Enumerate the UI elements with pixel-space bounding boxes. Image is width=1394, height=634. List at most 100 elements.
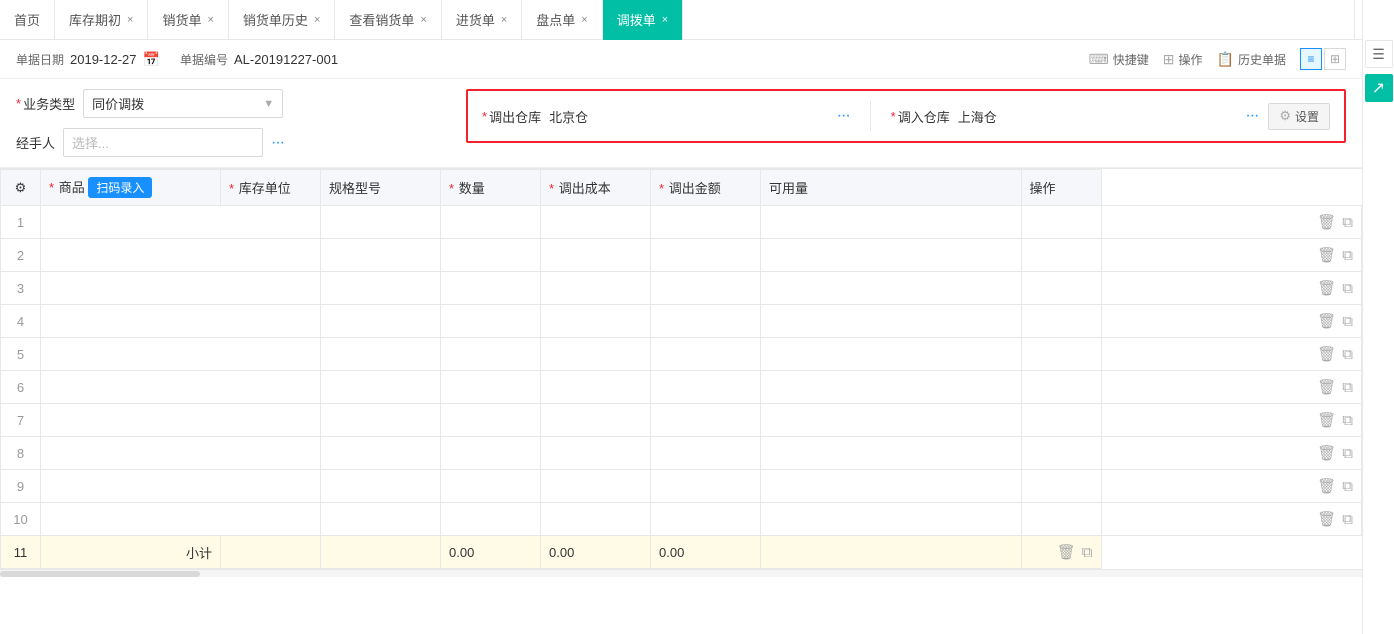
delete-icon[interactable]: 🗑 — [1317, 378, 1336, 396]
spec-cell[interactable] — [441, 503, 541, 536]
copy-icon[interactable]: ⧉ — [1342, 346, 1353, 363]
cost-cell[interactable] — [651, 404, 761, 437]
delete-icon[interactable]: 🗑 — [1317, 477, 1336, 495]
shortcuts-button[interactable]: ⌨ 快捷键 — [1089, 51, 1149, 68]
tab-purchase-close[interactable]: × — [501, 14, 507, 26]
tab-sales[interactable]: 销货单 × — [148, 0, 228, 40]
spec-cell[interactable] — [441, 437, 541, 470]
amount-cell[interactable] — [761, 437, 1022, 470]
scan-entry-button[interactable]: 扫码录入 — [88, 177, 152, 198]
tab-stock-init[interactable]: 库存期初 × — [55, 0, 148, 40]
tab-inventory-close[interactable]: × — [581, 14, 587, 26]
product-cell[interactable] — [41, 206, 321, 239]
cost-cell[interactable] — [651, 338, 761, 371]
calendar-icon[interactable]: 📅 — [143, 51, 160, 68]
tab-inventory[interactable]: 盘点单 × — [522, 0, 602, 40]
copy-icon[interactable]: ⧉ — [1342, 478, 1353, 495]
unit-cell[interactable] — [321, 305, 441, 338]
qty-cell[interactable] — [541, 272, 651, 305]
cost-cell[interactable] — [651, 305, 761, 338]
delete-icon[interactable]: 🗑 — [1317, 213, 1336, 231]
unit-cell[interactable] — [321, 503, 441, 536]
tab-transfer-close[interactable]: × — [662, 14, 668, 26]
cost-cell[interactable] — [651, 239, 761, 272]
delete-icon[interactable]: 🗑 — [1317, 246, 1336, 264]
unit-cell[interactable] — [321, 272, 441, 305]
spec-cell[interactable] — [441, 206, 541, 239]
layout-grid-btn[interactable]: ⊞ — [1324, 48, 1346, 70]
unit-cell[interactable] — [321, 470, 441, 503]
unit-cell[interactable] — [321, 338, 441, 371]
tab-sales-close[interactable]: × — [207, 14, 213, 26]
qty-cell[interactable] — [541, 338, 651, 371]
handler-more-button[interactable]: ··· — [271, 134, 284, 152]
warehouse-in-more-button[interactable]: ··· — [1245, 107, 1258, 125]
spec-cell[interactable] — [441, 470, 541, 503]
amount-cell[interactable] — [761, 470, 1022, 503]
setting-button[interactable]: ⚙ 设置 — [1268, 103, 1330, 130]
delete-icon[interactable]: 🗑 — [1317, 312, 1336, 330]
amount-cell[interactable] — [761, 371, 1022, 404]
delete-icon[interactable]: 🗑 — [1317, 510, 1336, 528]
amount-cell[interactable] — [761, 404, 1022, 437]
tab-sales-history[interactable]: 销货单历史 × — [229, 0, 335, 40]
tab-purchase[interactable]: 进货单 × — [442, 0, 522, 40]
product-cell[interactable] — [41, 371, 321, 404]
product-cell[interactable] — [41, 338, 321, 371]
cost-cell[interactable] — [651, 470, 761, 503]
qty-cell[interactable] — [541, 437, 651, 470]
qty-cell[interactable] — [541, 305, 651, 338]
history-button[interactable]: 📋 历史单据 — [1217, 51, 1286, 68]
tab-sales-history-close[interactable]: × — [314, 14, 320, 26]
copy-icon[interactable]: ⧉ — [1342, 280, 1353, 297]
amount-cell[interactable] — [761, 239, 1022, 272]
unit-cell[interactable] — [321, 206, 441, 239]
qty-cell[interactable] — [541, 206, 651, 239]
amount-cell[interactable] — [761, 305, 1022, 338]
operations-button[interactable]: ⊞ 操作 — [1163, 51, 1203, 68]
spec-cell[interactable] — [441, 305, 541, 338]
product-cell[interactable] — [41, 503, 321, 536]
cost-cell[interactable] — [651, 503, 761, 536]
copy-icon[interactable]: ⧉ — [1342, 412, 1353, 429]
warehouse-out-more-button[interactable]: ··· — [837, 107, 850, 125]
right-panel-list-button[interactable]: ☰ — [1365, 40, 1393, 68]
layout-list-btn[interactable]: ≡ — [1300, 48, 1322, 70]
delete-icon[interactable]: 🗑 — [1317, 444, 1336, 462]
spec-cell[interactable] — [441, 371, 541, 404]
handler-select[interactable]: 选择... — [63, 128, 263, 157]
product-cell[interactable] — [41, 272, 321, 305]
tab-transfer[interactable]: 调拨单 × — [603, 0, 683, 40]
qty-cell[interactable] — [541, 503, 651, 536]
product-cell[interactable] — [41, 239, 321, 272]
spec-cell[interactable] — [441, 404, 541, 437]
copy-icon[interactable]: ⧉ — [1342, 313, 1353, 330]
qty-cell[interactable] — [541, 404, 651, 437]
subtotal-copy-icon[interactable]: ⧉ — [1082, 544, 1093, 561]
product-cell[interactable] — [41, 305, 321, 338]
delete-icon[interactable]: 🗑 — [1317, 279, 1336, 297]
copy-icon[interactable]: ⧉ — [1342, 511, 1353, 528]
cost-cell[interactable] — [651, 272, 761, 305]
spec-cell[interactable] — [441, 239, 541, 272]
spec-cell[interactable] — [441, 272, 541, 305]
qty-cell[interactable] — [541, 371, 651, 404]
delete-icon[interactable]: 🗑 — [1317, 411, 1336, 429]
copy-icon[interactable]: ⧉ — [1342, 379, 1353, 396]
copy-icon[interactable]: ⧉ — [1342, 247, 1353, 264]
business-type-select[interactable]: 同价调拨 ▼ — [83, 89, 283, 118]
unit-cell[interactable] — [321, 437, 441, 470]
product-cell[interactable] — [41, 470, 321, 503]
subtotal-delete-icon[interactable]: 🗑 — [1057, 543, 1076, 561]
amount-cell[interactable] — [761, 206, 1022, 239]
unit-cell[interactable] — [321, 239, 441, 272]
tab-view-sales[interactable]: 查看销货单 × — [335, 0, 441, 40]
cost-cell[interactable] — [651, 371, 761, 404]
tab-home[interactable]: 首页 — [0, 0, 55, 40]
amount-cell[interactable] — [761, 503, 1022, 536]
cost-cell[interactable] — [651, 437, 761, 470]
product-cell[interactable] — [41, 404, 321, 437]
copy-icon[interactable]: ⧉ — [1342, 445, 1353, 462]
copy-icon[interactable]: ⧉ — [1342, 214, 1353, 231]
product-cell[interactable] — [41, 437, 321, 470]
